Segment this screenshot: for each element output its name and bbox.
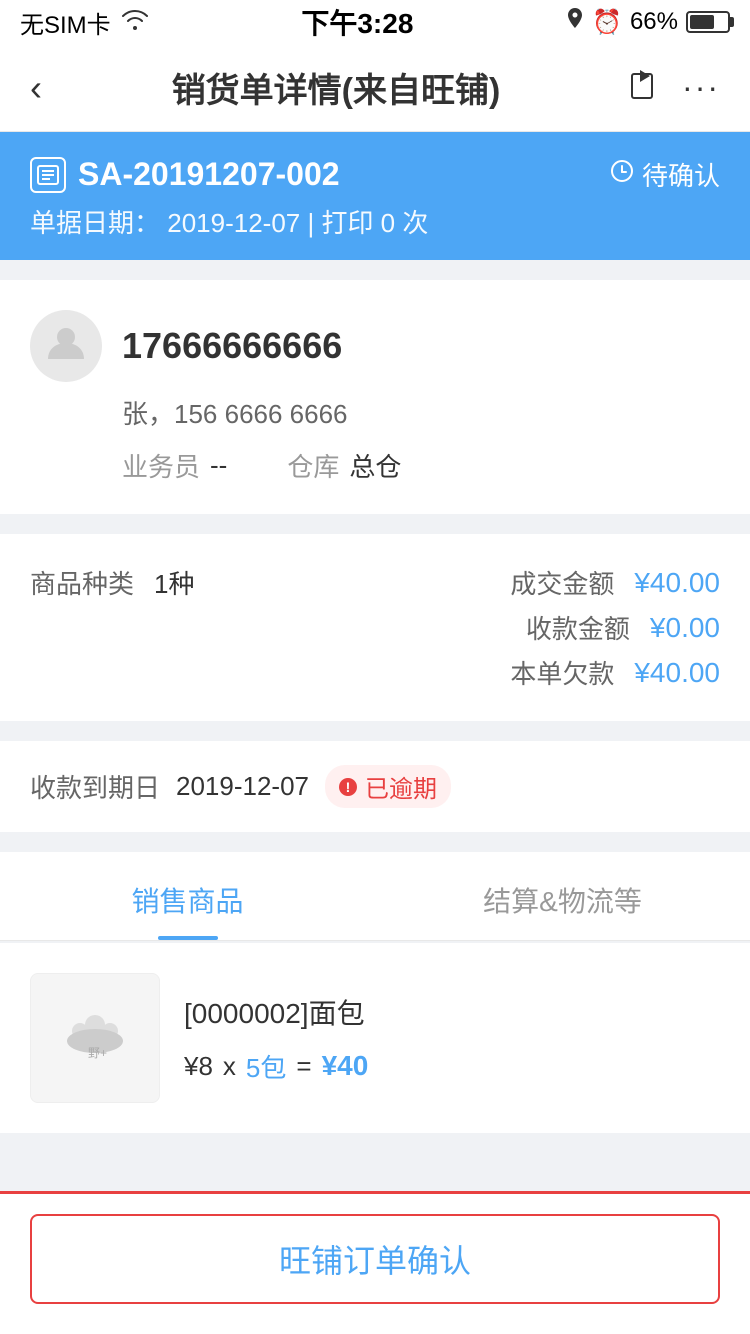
amount-row: 成交金额 ¥40.00 (510, 564, 720, 601)
warehouse-value: 总仓 (349, 447, 401, 484)
warehouse-label: 仓库 (287, 447, 339, 484)
type-label: 商品种类 (30, 564, 134, 601)
avatar (30, 310, 102, 382)
share-icon[interactable] (630, 68, 662, 107)
status-time: 下午3:28 (301, 2, 413, 42)
due-section: 收款到期日 2019-12-07 ! 已逾期 (0, 741, 750, 832)
product-price-row: ¥8 x 5包 = ¥40 (184, 1048, 720, 1085)
order-id-row: SA-20191207-002 待确认 (30, 156, 720, 193)
avatar-icon (44, 319, 88, 374)
customer-name: 张，156 6666 6666 (122, 394, 720, 431)
clock-status-icon: ⏰ (592, 8, 622, 37)
product-item: 野+ [0000002]面包 ¥8 x 5包 = ¥40 (30, 973, 720, 1103)
meta-sales: 业务员 -- (122, 447, 227, 484)
price-total: ¥40 (322, 1050, 369, 1082)
meta-warehouse: 仓库 总仓 (287, 447, 401, 484)
price-equals: = (296, 1051, 311, 1082)
amount-label: 成交金额 (510, 564, 614, 601)
nav-actions: ··· (630, 68, 720, 107)
owed-value: ¥40.00 (634, 657, 720, 689)
owed-row: 本单欠款 ¥40.00 (510, 654, 720, 691)
page-title: 销货单详情(来自旺铺) (172, 63, 501, 112)
svg-text:野+: 野+ (88, 1046, 107, 1060)
price-base: ¥8 (184, 1051, 213, 1082)
status-right: ⏰ 66% (566, 8, 730, 37)
due-date: 2019-12-07 (176, 771, 309, 802)
overdue-dot-icon: ! (339, 778, 357, 796)
received-value: ¥0.00 (650, 612, 720, 644)
product-thumbnail: 野+ (30, 973, 160, 1103)
order-status-text: 待确认 (642, 156, 720, 193)
sales-value: -- (210, 450, 227, 481)
customer-section: 17666666666 张，156 6666 6666 业务员 -- 仓库 总仓 (0, 280, 750, 514)
more-icon[interactable]: ··· (682, 69, 720, 106)
received-label: 收款金额 (526, 609, 630, 646)
overdue-text: 已逾期 (365, 769, 437, 804)
customer-row: 17666666666 (30, 310, 720, 382)
price-qty: 5包 (246, 1048, 286, 1085)
stats-right: 成交金额 ¥40.00 收款金额 ¥0.00 本单欠款 ¥40.00 (510, 564, 720, 691)
battery-icon (686, 11, 730, 33)
order-id-text: SA-20191207-002 (78, 156, 340, 193)
carrier-text: 无SIM卡 (20, 5, 111, 40)
type-value: 1种 (154, 564, 194, 601)
owed-label: 本单欠款 (510, 654, 614, 691)
order-icon (30, 157, 66, 193)
confirm-order-button[interactable]: 旺铺订单确认 (30, 1214, 720, 1304)
due-label: 收款到期日 (30, 768, 160, 805)
tab-settlement[interactable]: 结算&物流等 (375, 852, 750, 940)
confirm-label: 旺铺订单确认 (279, 1236, 471, 1282)
order-date-row: 单据日期： 2019-12-07 | 打印 0 次 (30, 203, 720, 240)
order-status: 待确认 (610, 156, 720, 193)
tabs-section: 销售商品 结算&物流等 (0, 852, 750, 941)
customer-meta: 业务员 -- 仓库 总仓 (122, 447, 720, 484)
customer-phone: 17666666666 (122, 325, 342, 367)
received-row: 收款金额 ¥0.00 (526, 609, 720, 646)
product-section: 野+ [0000002]面包 ¥8 x 5包 = ¥40 (0, 943, 750, 1133)
stats-grid: 商品种类 1种 成交金额 ¥40.00 收款金额 ¥0.00 本单欠款 ¥40.… (30, 564, 720, 691)
tab-products-label: 销售商品 (131, 886, 243, 917)
order-header: SA-20191207-002 待确认 单据日期： 2019-12-07 | 打… (0, 132, 750, 260)
product-info: [0000002]面包 ¥8 x 5包 = ¥40 (184, 992, 720, 1085)
sales-label: 业务员 (122, 447, 200, 484)
tab-products[interactable]: 销售商品 (0, 852, 375, 940)
status-left: 无SIM卡 (20, 5, 149, 40)
wifi-icon (121, 8, 149, 37)
product-name: [0000002]面包 (184, 992, 720, 1032)
status-clock-icon (610, 159, 634, 190)
order-date: 2019-12-07 (167, 208, 300, 238)
amount-value: ¥40.00 (634, 567, 720, 599)
overdue-badge: ! 已逾期 (325, 765, 451, 808)
stats-left: 商品种类 1种 (30, 564, 194, 601)
price-multiply: x (223, 1051, 236, 1082)
back-button[interactable]: ‹ (30, 67, 42, 109)
battery-percent: 66% (630, 8, 678, 36)
status-bar: 无SIM卡 下午3:28 ⏰ 66% (0, 0, 750, 44)
nav-bar: ‹ 销货单详情(来自旺铺) ··· (0, 44, 750, 132)
product-thumb-icon: 野+ (60, 1003, 130, 1073)
order-print-text: | 打印 0 次 (307, 208, 428, 238)
stats-section: 商品种类 1种 成交金额 ¥40.00 收款金额 ¥0.00 本单欠款 ¥40.… (0, 534, 750, 721)
order-date-label: 单据日期： (30, 208, 160, 238)
bottom-bar: 旺铺订单确认 (0, 1191, 750, 1334)
tab-settlement-label: 结算&物流等 (483, 886, 642, 917)
location-icon (566, 8, 584, 37)
order-id: SA-20191207-002 (30, 156, 340, 193)
